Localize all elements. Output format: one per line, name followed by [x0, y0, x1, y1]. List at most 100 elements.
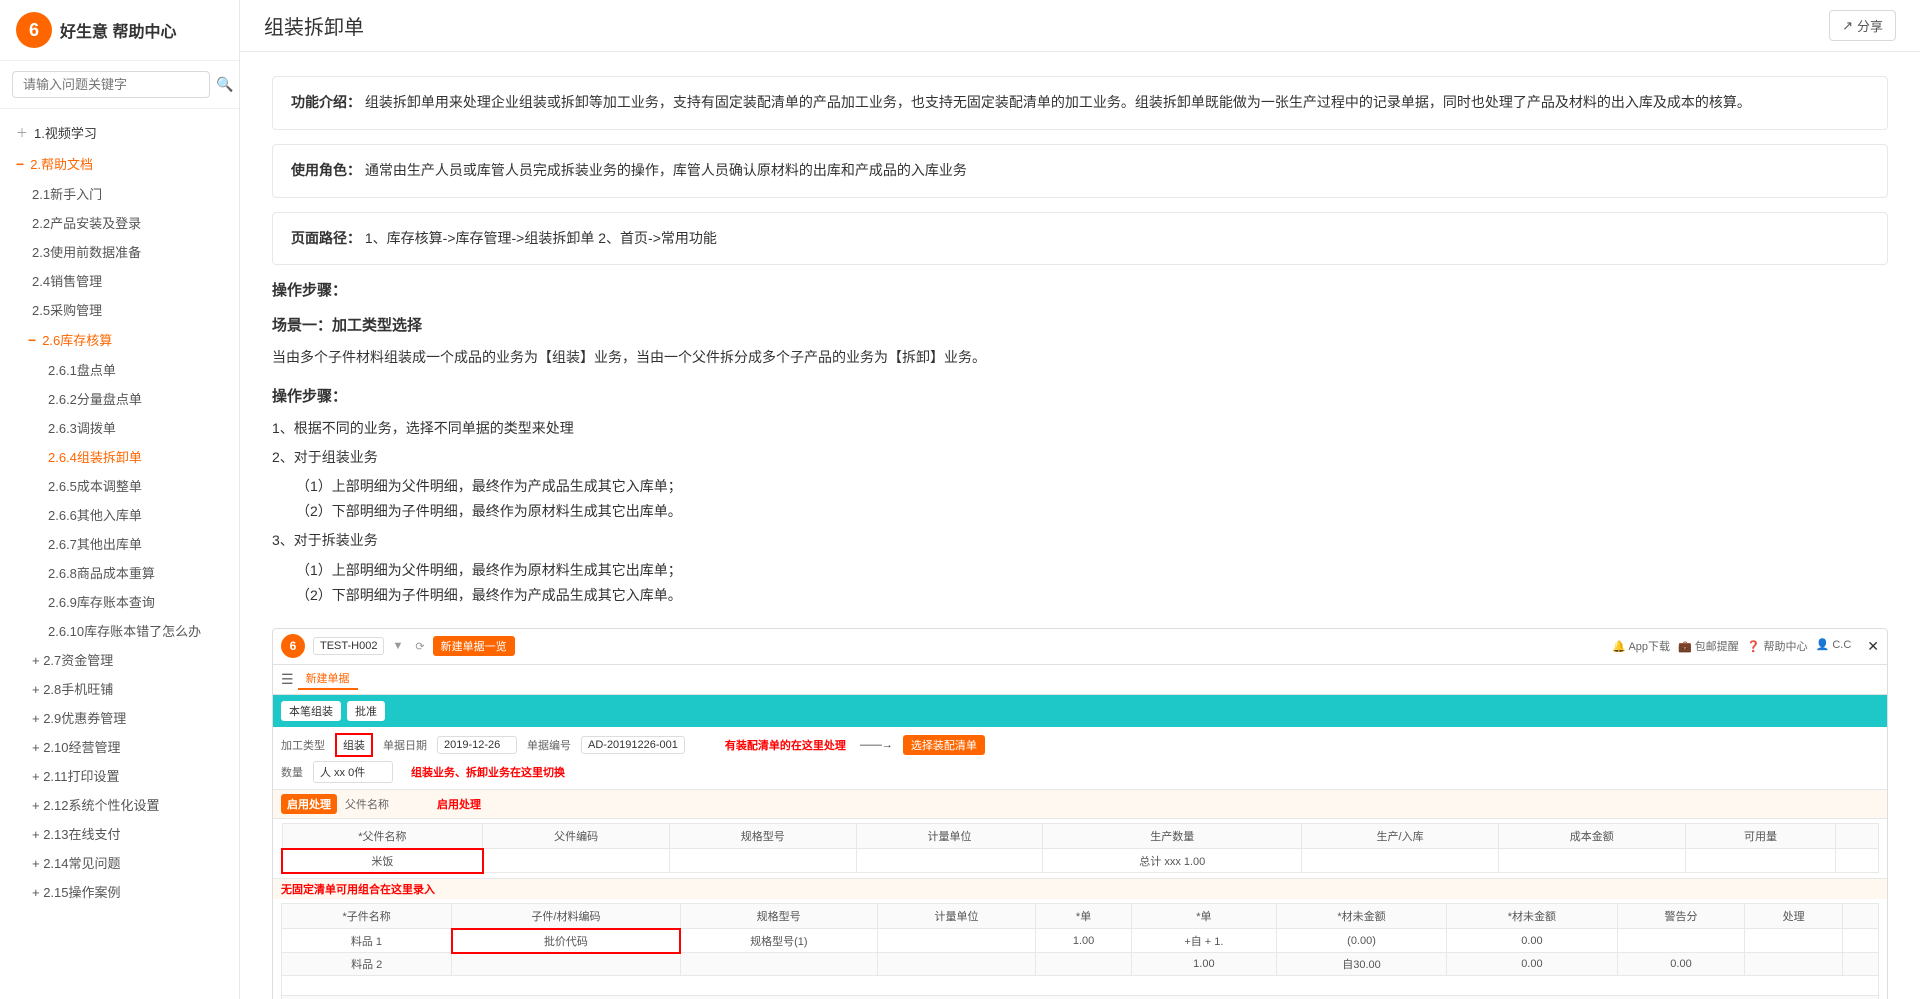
mock-ltd-3: 规格型号(1)	[680, 929, 877, 953]
screenshot-container: 6 TEST-H002 ▼ ⟳ 新建单据一览 🔔 App下载 💼 包邮提醒 ❓ …	[272, 628, 1888, 999]
mock-section-label: 启用处理	[281, 794, 337, 814]
mock-td-unit	[856, 849, 1043, 873]
sidebar-item-269[interactable]: 2.6.9库存账本查询	[0, 587, 239, 616]
sidebar-item-263[interactable]: 2.6.3调拨单	[0, 413, 239, 442]
mock-config-btn[interactable]: 选择装配清单	[903, 735, 985, 755]
mock-icon-1: 🔔 App下载	[1612, 638, 1670, 654]
sidebar-item-29[interactable]: + 2.9优惠券管理	[0, 703, 239, 732]
mock-td-action	[1836, 849, 1879, 873]
step-2: 2、对于组装业务	[272, 445, 1888, 470]
mock-ltd-8: 0.00	[1447, 929, 1617, 953]
mock-qty-label: 数量	[281, 764, 303, 780]
sidebar-item-28[interactable]: + 2.8手机旺铺	[0, 674, 239, 703]
sidebar-item-210[interactable]: + 2.10经营管理	[0, 732, 239, 761]
sidebar-item-video[interactable]: ＋ 1.视频学习	[0, 117, 239, 148]
mock-field-num[interactable]: AD-20191226-001	[581, 736, 685, 754]
mock-icon-2: 💼 包邮提醒	[1678, 638, 1739, 654]
mock-ltd-7: (0.00)	[1276, 929, 1446, 953]
sidebar-item-267[interactable]: 2.6.7其他出库单	[0, 529, 239, 558]
path-text: 1、库存核算->库存管理->组装拆卸单 2、首页->常用功能	[365, 230, 717, 246]
mock-td-avail	[1685, 849, 1836, 873]
sidebar-item-label: 2.帮助文档	[30, 154, 93, 173]
logo-icon: 6	[16, 12, 52, 48]
mock-close-icon[interactable]: ✕	[1867, 638, 1879, 655]
mock-lower-table: *子件名称 子件/材料编码 规格型号 计量单位 *单 *单 *材未金额 *材未金…	[281, 903, 1879, 999]
sidebar-item-24[interactable]: 2.4销售管理	[0, 266, 239, 295]
share-button[interactable]: ↗ 分享	[1829, 10, 1896, 41]
sidebar-item-215[interactable]: + 2.15操作案例	[0, 877, 239, 906]
step-2-1: （1）上部明细为父件明细，最终作为产成品生成其它入库单；	[296, 474, 1888, 499]
mock-add-btn[interactable]: 新建单据一览	[433, 636, 515, 656]
table-row: 米饭 总计 xxx 1.00	[282, 849, 1879, 873]
mock-refresh-icon: ⟳	[415, 640, 424, 653]
mock-ltd2-4	[877, 953, 1035, 976]
sidebar-item-docs[interactable]: − 2.帮助文档	[0, 148, 239, 179]
mock-screenshot: 6 TEST-H002 ▼ ⟳ 新建单据一览 🔔 App下载 💼 包邮提醒 ❓ …	[273, 629, 1887, 999]
role-block: 使用角色： 通常由生产人员或库管人员完成拆装业务的操作，库管人员确认原材料的出库…	[272, 144, 1888, 198]
search-box: 🔍	[0, 61, 239, 109]
mock-td-inout	[1302, 849, 1499, 873]
main: 组装拆卸单 ↗ 分享 功能介绍： 组装拆卸单用来处理企业组装或拆卸等加工业务，支…	[240, 0, 1920, 999]
sidebar-item-213[interactable]: + 2.13在线支付	[0, 819, 239, 848]
callout3-text: 启用处理	[437, 796, 481, 812]
mock-toolbar-approve[interactable]: 批准	[347, 701, 385, 721]
sidebar-item-261[interactable]: 2.6.1盘点单	[0, 355, 239, 384]
intro-label: 功能介绍：	[291, 94, 361, 110]
mock-ltd2-2	[452, 953, 680, 976]
sidebar-item-262[interactable]: 2.6.2分量盘点单	[0, 384, 239, 413]
sidebar-item-27[interactable]: + 2.7资金管理	[0, 645, 239, 674]
sidebar-item-264[interactable]: 2.6.4组装拆卸单	[0, 442, 239, 471]
mock-sidebar-toggle[interactable]: ☰	[281, 671, 294, 688]
mock-ltd2-3	[680, 953, 877, 976]
table-row: 料品 2 1.00 自30.00 0.00 0.00	[282, 953, 1879, 976]
mock-ltd-9	[1617, 929, 1745, 953]
sidebar-item-26[interactable]: − 2.6库存核算	[0, 324, 239, 355]
sidebar-item-21[interactable]: 2.1新手入门	[0, 179, 239, 208]
mock-lth-4: 计量单位	[877, 903, 1035, 929]
table-row: 料品 1 批价代码 规格型号(1) 1.00 +自 + 1. (0.00) 0.…	[282, 929, 1879, 953]
topbar: 组装拆卸单 ↗ 分享	[240, 0, 1920, 52]
search-input[interactable]	[12, 71, 210, 98]
sidebar-item-214[interactable]: + 2.14常见问题	[0, 848, 239, 877]
mock-th-9	[1836, 823, 1879, 849]
mock-field-type-label: 加工类型	[281, 737, 325, 753]
sidebar-item-22[interactable]: 2.2产品安装及登录	[0, 208, 239, 237]
sidebar: 6 好生意 帮助中心 🔍 ＋ 1.视频学习 − 2.帮助文档 2.1新手入门 2…	[0, 0, 240, 999]
mock-ltd-4	[877, 929, 1035, 953]
mock-nav-item-docs[interactable]: 新建单据	[298, 668, 358, 690]
search-icon[interactable]: 🔍	[216, 76, 233, 93]
sidebar-item-211[interactable]: + 2.11打印设置	[0, 761, 239, 790]
mock-ltd2-8: 0.00	[1447, 953, 1617, 976]
mock-td-code	[483, 849, 670, 873]
mock-lth-1: *子件名称	[282, 903, 452, 929]
intro-block: 功能介绍： 组装拆卸单用来处理企业组装或拆卸等加工业务，支持有固定装配清单的产品…	[272, 76, 1888, 130]
mock-toolbar-save[interactable]: 本笔组装	[281, 701, 341, 721]
sidebar-item-268[interactable]: 2.6.8商品成本重算	[0, 558, 239, 587]
sidebar-item-266[interactable]: 2.6.6其他入库单	[0, 500, 239, 529]
sidebar-item-2610[interactable]: 2.6.10库存账本错了怎么办	[0, 616, 239, 645]
mock-lth-3: 规格型号	[680, 903, 877, 929]
mock-lth-2: 子件/材料编码	[452, 903, 680, 929]
mock-lth-11	[1842, 903, 1878, 929]
mock-qty-value[interactable]: 人 xx 0件	[313, 761, 393, 783]
mock-lower-table-wrap: *子件名称 子件/材料编码 规格型号 计量单位 *单 *单 *材未金额 *材未金…	[273, 899, 1887, 999]
mock-toolbar: 本笔组装 批准	[273, 695, 1887, 727]
mock-upper-table: *父件名称 父件编码 规格型号 计量单位 生产数量 生产/入库 成本金额 可用量	[281, 823, 1879, 874]
scene1-desc: 当由多个子件材料组装成一个成品的业务为【组装】业务，当由一个父件拆分成多个子产品…	[272, 345, 1888, 370]
sidebar-item-25[interactable]: 2.5采购管理	[0, 295, 239, 324]
mock-section-row: 启用处理 父件名称 启用处理	[273, 790, 1887, 819]
nav-tree: ＋ 1.视频学习 − 2.帮助文档 2.1新手入门 2.2产品安装及登录 2.3…	[0, 109, 239, 999]
mock-field-type-value[interactable]: 组装	[335, 733, 373, 757]
mock-ltd2-7: 自30.00	[1276, 953, 1446, 976]
mock-section-desc: 父件名称	[345, 796, 389, 812]
mock-type-value: 组装	[343, 740, 365, 752]
mock-td-qty: 总计 xxx 1.00	[1043, 849, 1302, 873]
sidebar-item-265[interactable]: 2.6.5成本调整单	[0, 471, 239, 500]
intro-text: 组装拆卸单用来处理企业组装或拆卸等加工业务，支持有固定装配清单的产品加工业务，也…	[365, 94, 1751, 110]
mock-field-date[interactable]: 2019-12-26	[437, 736, 517, 754]
mock-ltd2-11	[1842, 953, 1878, 976]
sidebar-item-23[interactable]: 2.3使用前数据准备	[0, 237, 239, 266]
role-label: 使用角色：	[291, 162, 361, 178]
sidebar-item-212[interactable]: + 2.12系统个性化设置	[0, 790, 239, 819]
mock-lth-10: 处理	[1745, 903, 1842, 929]
